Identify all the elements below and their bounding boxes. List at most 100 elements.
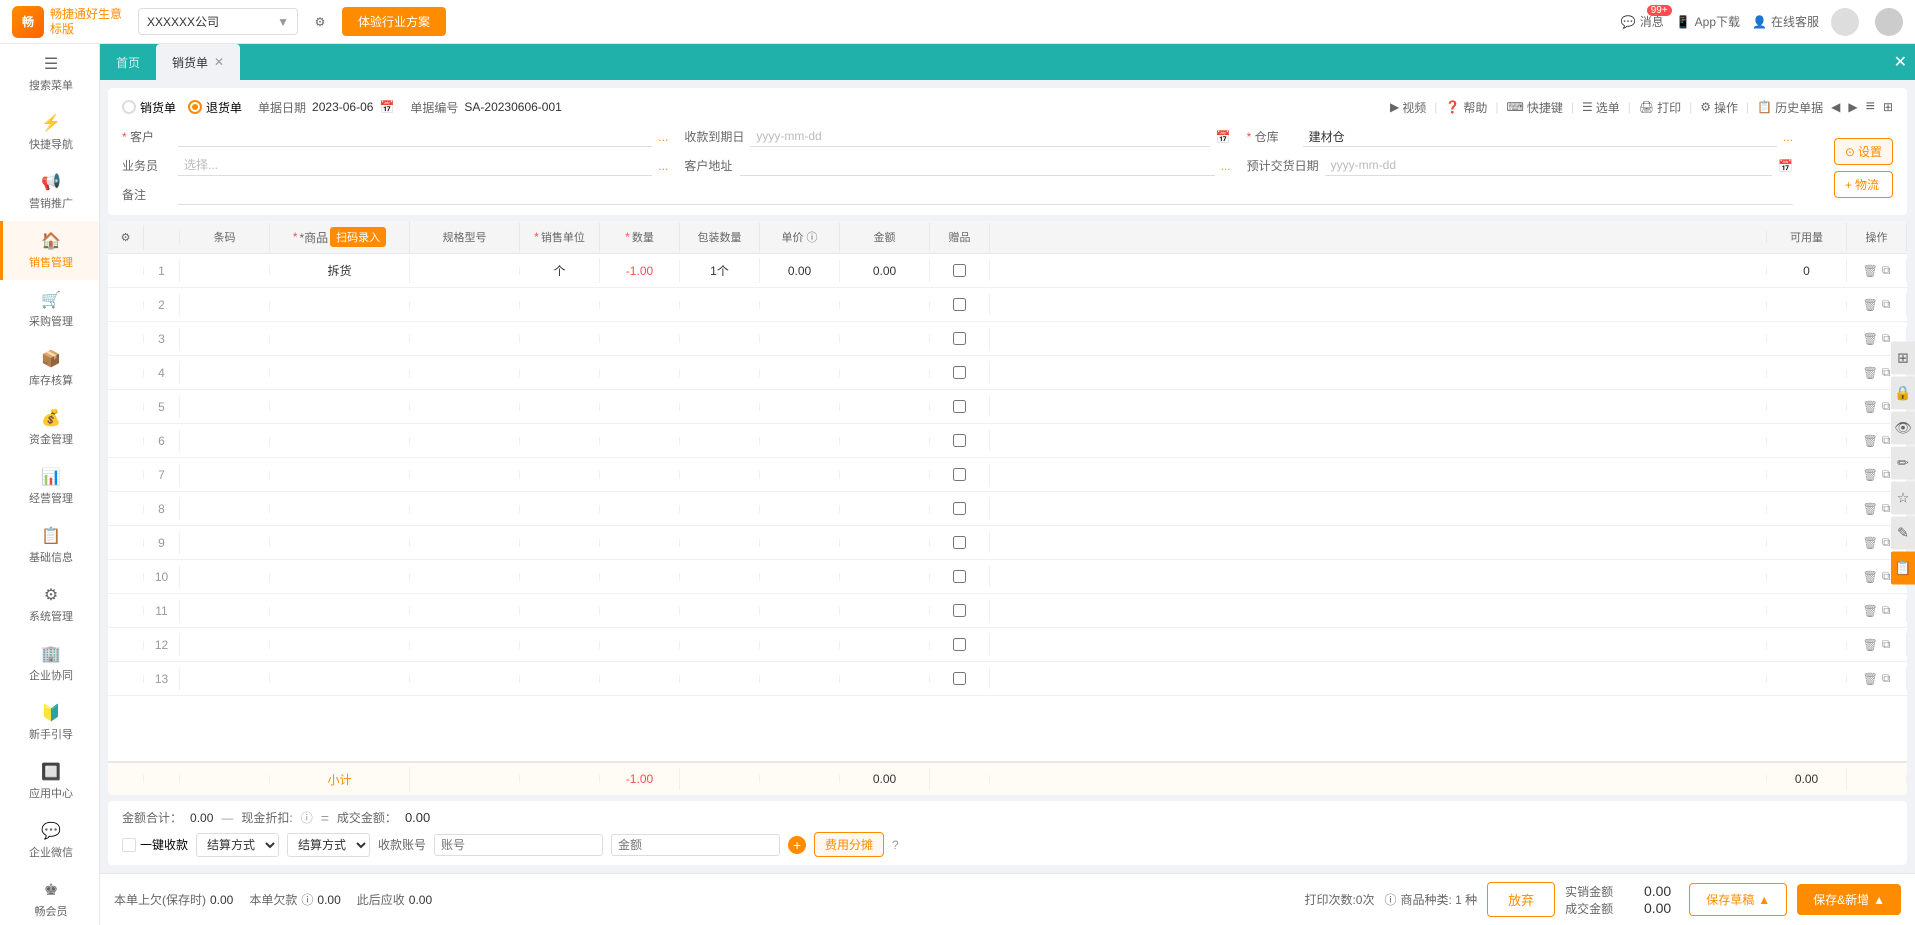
row-amount-8[interactable] [840,505,930,513]
row-amount-6[interactable] [840,437,930,445]
row-gift-9[interactable] [930,532,990,553]
row-copy-icon-4[interactable]: ⧉ [1882,365,1891,380]
date-value[interactable]: 2023-06-06 [312,100,373,114]
row-delete-icon-3[interactable]: 🗑 [1863,332,1878,346]
row-amount-1[interactable]: 0.00 [840,260,930,282]
save-new-button[interactable]: 保存&新增 ▲ [1797,884,1901,915]
sidebar-item-purchase[interactable]: 🛒 采购管理 [0,280,99,339]
row-amount-4[interactable] [840,369,930,377]
row-amount-12[interactable] [840,641,930,649]
toolbar-help[interactable]: ❓ 帮助 [1445,99,1487,116]
row-spec-6[interactable] [410,437,520,445]
row-copy-icon-1[interactable]: ⧉ [1882,263,1891,278]
row-goods-11[interactable] [270,607,410,615]
row-qty-7[interactable] [600,471,680,479]
trial-button[interactable]: 体验行业方案 [342,7,446,36]
row-goods-13[interactable] [270,675,410,683]
row-unit-11[interactable] [520,607,600,615]
row-copy-icon-3[interactable]: ⧉ [1882,331,1891,346]
row-price-4[interactable] [760,369,840,377]
tab-close-icon[interactable]: ✕ [214,55,224,69]
row-barcode-3[interactable] [180,335,270,343]
row-pkg-13[interactable] [680,675,760,683]
row-delete-icon-8[interactable]: 🗑 [1863,502,1878,516]
row-unit-2[interactable] [520,301,600,309]
next-btn[interactable]: ▶ [1848,100,1857,114]
tab-sales-order[interactable]: 销货单 ✕ [156,44,240,80]
row-copy-icon-13[interactable]: ⧉ [1882,671,1891,686]
toolbar-history[interactable]: 📋 历史单据 [1757,99,1823,116]
row-delete-icon-11[interactable]: 🗑 [1863,604,1878,618]
row-unit-3[interactable] [520,335,600,343]
row-qty-10[interactable] [600,573,680,581]
gift-checkbox-8[interactable] [953,502,966,515]
row-price-11[interactable] [760,607,840,615]
row-unit-5[interactable] [520,403,600,411]
row-spec-13[interactable] [410,675,520,683]
toolbar-print[interactable]: 🖨 打印 [1639,99,1681,116]
row-spec-5[interactable] [410,403,520,411]
row-barcode-12[interactable] [180,641,270,649]
row-amount-2[interactable] [840,301,930,309]
sidebar-item-marketing[interactable]: 📢 营销推广 [0,162,99,221]
warehouse-more-btn[interactable]: ... [1783,130,1793,144]
row-gift-5[interactable] [930,396,990,417]
row-qty-5[interactable] [600,403,680,411]
row-spec-2[interactable] [410,301,520,309]
view-list-btn[interactable]: ≡ [1866,98,1875,116]
row-pkg-9[interactable] [680,539,760,547]
row-barcode-7[interactable] [180,471,270,479]
row-copy-icon-8[interactable]: ⧉ [1882,501,1891,516]
sidebar-item-wecom[interactable]: 💬 企业微信 [0,811,99,870]
delivery-date-input[interactable] [1325,155,1772,176]
row-spec-7[interactable] [410,471,520,479]
row-goods-5[interactable] [270,403,410,411]
gift-checkbox-10[interactable] [953,570,966,583]
gift-checkbox-13[interactable] [953,672,966,685]
sidebar-item-search[interactable]: ☰ 搜索菜单 [0,44,99,103]
row-price-9[interactable] [760,539,840,547]
row-spec-9[interactable] [410,539,520,547]
expense-help-icon[interactable]: ? [892,838,899,852]
row-price-13[interactable] [760,675,840,683]
tab-home[interactable]: 首页 [100,44,156,80]
radio-return[interactable]: 退货单 [188,99,242,116]
row-gift-12[interactable] [930,634,990,655]
row-delete-icon-12[interactable]: 🗑 [1863,638,1878,652]
row-gift-1[interactable] [930,260,990,281]
toolbar-operation[interactable]: ⚙ 操作 [1700,99,1738,116]
discard-button[interactable]: 放弃 [1487,882,1555,917]
row-delete-icon-1[interactable]: 🗑 [1863,264,1878,278]
row-qty-4[interactable] [600,369,680,377]
sidebar-item-apps[interactable]: 🔲 应用中心 [0,752,99,811]
row-spec-3[interactable] [410,335,520,343]
row-barcode-1[interactable] [180,267,270,275]
sidebar-item-member[interactable]: ♚ 畅会员 [0,870,99,925]
row-spec-11[interactable] [410,607,520,615]
row-spec-4[interactable] [410,369,520,377]
row-qty-1[interactable]: -1.00 [600,260,680,282]
row-copy-icon-9[interactable]: ⧉ [1882,535,1891,550]
float-lock-btn[interactable]: 🔒 [1891,376,1915,409]
row-amount-13[interactable] [840,675,930,683]
row-goods-2[interactable] [270,301,410,309]
sidebar-item-enterprise[interactable]: 🏢 企业协同 [0,634,99,693]
float-pencil-btn[interactable]: ✎ [1891,516,1915,549]
row-barcode-8[interactable] [180,505,270,513]
row-qty-6[interactable] [600,437,680,445]
row-unit-9[interactable] [520,539,600,547]
row-delete-icon-4[interactable]: 🗑 [1863,366,1878,380]
gift-checkbox-3[interactable] [953,332,966,345]
row-price-5[interactable] [760,403,840,411]
doc-no-value[interactable]: SA-20230606-001 [464,100,561,114]
gift-checkbox-1[interactable] [953,264,966,277]
gift-checkbox-4[interactable] [953,366,966,379]
row-gift-10[interactable] [930,566,990,587]
salesperson-input[interactable] [178,155,652,176]
remarks-input[interactable] [178,184,1793,205]
calendar-icon[interactable]: 📅 [379,100,394,114]
company-selector[interactable]: XXXXXX公司 ▼ [138,8,298,35]
row-goods-9[interactable] [270,539,410,547]
row-barcode-2[interactable] [180,301,270,309]
logistics-action-btn[interactable]: + 物流 [1834,171,1893,198]
